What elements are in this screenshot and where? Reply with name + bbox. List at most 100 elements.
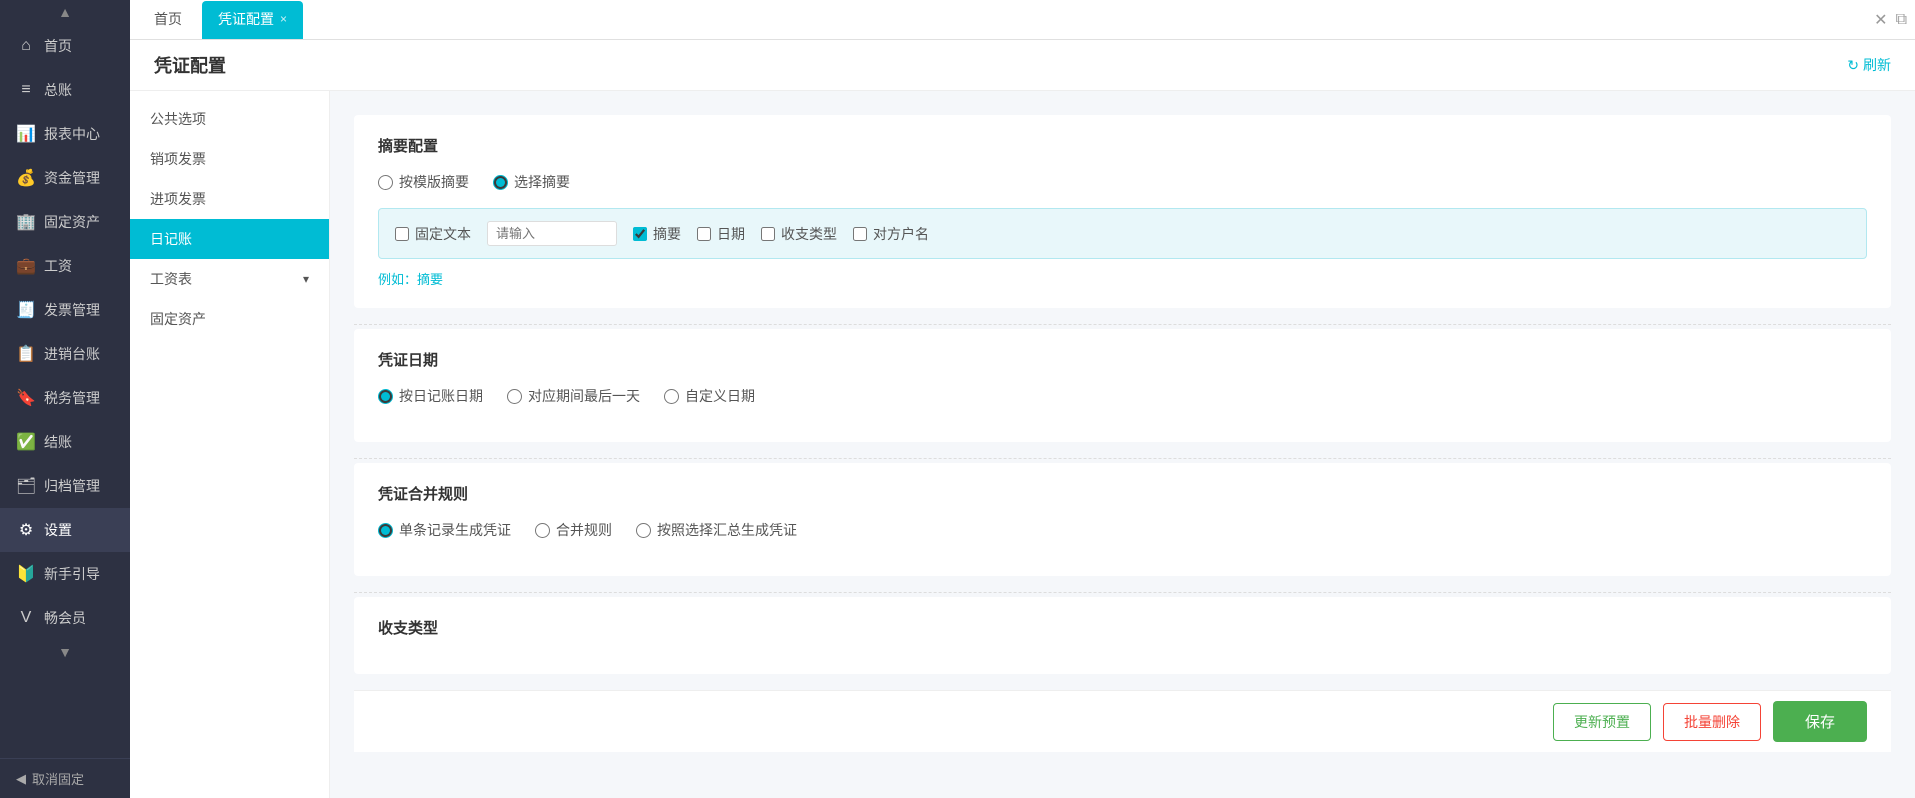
tab-home[interactable]: 首页: [138, 1, 198, 39]
sidebar-item-home[interactable]: ⌂ 首页: [0, 24, 130, 68]
funds-icon: 💰: [16, 168, 36, 188]
divider-2: [354, 458, 1891, 459]
sidebar-scroll-up[interactable]: ▲: [0, 0, 130, 24]
date-section-title: 凭证日期: [378, 349, 1867, 370]
summary-checkbox-row: 固定文本 摘要 日期 收支类型: [378, 208, 1867, 259]
sidebar-item-guide[interactable]: 🔰 新手引导: [0, 552, 130, 596]
radio-custom-date[interactable]: 自定义日期: [664, 386, 755, 406]
vip-icon: V: [16, 609, 36, 627]
sidebar-item-payroll[interactable]: 💼 工资: [0, 244, 130, 288]
checkbox-summary[interactable]: 摘要: [633, 224, 681, 244]
guide-icon: 🔰: [16, 564, 36, 584]
sidebar-item-invoice[interactable]: 🧾 发票管理: [0, 288, 130, 332]
purchase-icon: 📋: [16, 344, 36, 364]
checkbox-fixed-text-input[interactable]: [395, 227, 409, 241]
update-preview-button[interactable]: 更新预置: [1553, 703, 1651, 741]
checkbox-counterparty-input[interactable]: [853, 227, 867, 241]
payroll-icon: 💼: [16, 256, 36, 276]
restore-window-icon[interactable]: ⧉: [1896, 11, 1907, 29]
sidebar-item-settlement[interactable]: ✅ 结账: [0, 420, 130, 464]
summary-example: 例如：摘要: [378, 269, 1867, 288]
left-nav: 公共选项 销项发票 进项发票 日记账 工资表 ▾ 固定资产: [130, 91, 330, 798]
bottom-bar: 更新预置 批量删除 保存: [354, 690, 1891, 752]
settings-icon: ⚙: [16, 520, 36, 540]
nav-item-purchase-invoice[interactable]: 进项发票: [130, 179, 329, 219]
checkbox-income-type[interactable]: 收支类型: [761, 224, 837, 244]
window-controls: ✕ ⧉: [1874, 10, 1907, 30]
page-title: 凭证配置: [154, 52, 226, 78]
nav-item-public[interactable]: 公共选项: [130, 99, 329, 139]
chevron-down-icon: ▾: [303, 272, 309, 286]
checkbox-date-input[interactable]: [697, 227, 711, 241]
merge-radio-group: 单条记录生成凭证 合并规则 按照选择汇总生成凭证: [378, 520, 1867, 540]
date-radio-group: 按日记账日期 对应期间最后一天 自定义日期: [378, 386, 1867, 406]
report-icon: 📊: [16, 124, 36, 144]
radio-select-merge-input[interactable]: [636, 523, 651, 538]
sidebar-item-archive[interactable]: 🗂 归档管理: [0, 464, 130, 508]
sidebar-unpin-button[interactable]: ◀ 取消固定: [0, 758, 130, 798]
radio-merge-rule-input[interactable]: [535, 523, 550, 538]
sidebar-scroll-down[interactable]: ▼: [0, 640, 130, 664]
assets-icon: 🏢: [16, 212, 36, 232]
radio-single-input[interactable]: [378, 523, 393, 538]
radio-template-input[interactable]: [378, 175, 393, 190]
summary-radio-group: 按模版摘要 选择摘要: [378, 172, 1867, 192]
radio-single-record[interactable]: 单条记录生成凭证: [378, 520, 511, 540]
income-type-section-title: 收支类型: [378, 617, 1867, 638]
main-area: 首页 凭证配置 × ✕ ⧉ 凭证配置 ↻ 刷新 公共选项 销项发票 进: [130, 0, 1915, 798]
page-header: 凭证配置 ↻ 刷新: [130, 40, 1915, 91]
tab-close-icon[interactable]: ×: [280, 12, 287, 26]
divider-1: [354, 324, 1891, 325]
unpin-icon: ◀: [16, 771, 26, 787]
home-icon: ⌂: [16, 37, 36, 55]
sidebar: ▲ ⌂ 首页 ≡ 总账 📊 报表中心 💰 资金管理 🏢 固定资产 💼 工资 🧾 …: [0, 0, 130, 798]
checkbox-counterparty[interactable]: 对方户名: [853, 224, 929, 244]
radio-template-summary[interactable]: 按模版摘要: [378, 172, 469, 192]
ledger-icon: ≡: [16, 81, 36, 99]
sidebar-item-vip[interactable]: V 畅会员: [0, 596, 130, 640]
sidebar-item-purchase[interactable]: 📋 进销台账: [0, 332, 130, 376]
fixed-text-input[interactable]: [487, 221, 617, 246]
sidebar-item-assets[interactable]: 🏢 固定资产: [0, 200, 130, 244]
nav-item-sales-invoice[interactable]: 销项发票: [130, 139, 329, 179]
right-content: 摘要配置 按模版摘要 选择摘要 固定文本: [330, 91, 1915, 798]
batch-delete-button[interactable]: 批量删除: [1663, 703, 1761, 741]
nav-item-journal[interactable]: 日记账: [130, 219, 329, 259]
summary-section: 摘要配置 按模版摘要 选择摘要 固定文本: [354, 115, 1891, 308]
nav-item-payroll-table[interactable]: 工资表 ▾: [130, 259, 329, 299]
radio-journal-date[interactable]: 按日记账日期: [378, 386, 483, 406]
checkbox-date[interactable]: 日期: [697, 224, 745, 244]
save-button[interactable]: 保存: [1773, 701, 1867, 742]
merge-section-title: 凭证合并规则: [378, 483, 1867, 504]
checkbox-fixed-text[interactable]: 固定文本: [395, 224, 471, 244]
checkbox-summary-input[interactable]: [633, 227, 647, 241]
radio-period-last-input[interactable]: [507, 389, 522, 404]
tab-voucher-config[interactable]: 凭证配置 ×: [202, 1, 303, 39]
merge-section: 凭证合并规则 单条记录生成凭证 合并规则 按照选择汇总生成凭证: [354, 463, 1891, 576]
summary-section-title: 摘要配置: [378, 135, 1867, 156]
income-type-section: 收支类型: [354, 597, 1891, 674]
sidebar-item-report[interactable]: 📊 报表中心: [0, 112, 130, 156]
radio-period-last[interactable]: 对应期间最后一天: [507, 386, 640, 406]
invoice-icon: 🧾: [16, 300, 36, 320]
close-window-icon[interactable]: ✕: [1874, 10, 1887, 30]
divider-3: [354, 592, 1891, 593]
checkbox-income-type-input[interactable]: [761, 227, 775, 241]
settlement-icon: ✅: [16, 432, 36, 452]
refresh-icon: ↻: [1847, 57, 1859, 74]
radio-journal-date-input[interactable]: [378, 389, 393, 404]
radio-custom-date-input[interactable]: [664, 389, 679, 404]
radio-select-summary[interactable]: 选择摘要: [493, 172, 570, 192]
sidebar-item-tax[interactable]: 🔖 税务管理: [0, 376, 130, 420]
radio-merge-rule[interactable]: 合并规则: [535, 520, 612, 540]
sidebar-item-ledger[interactable]: ≡ 总账: [0, 68, 130, 112]
sidebar-item-funds[interactable]: 💰 资金管理: [0, 156, 130, 200]
radio-select-input[interactable]: [493, 175, 508, 190]
archive-icon: 🗂: [16, 476, 36, 496]
refresh-button[interactable]: ↻ 刷新: [1847, 55, 1891, 75]
radio-select-merge[interactable]: 按照选择汇总生成凭证: [636, 520, 797, 540]
tax-icon: 🔖: [16, 388, 36, 408]
tab-bar: 首页 凭证配置 × ✕ ⧉: [130, 0, 1915, 40]
nav-item-fixed-assets[interactable]: 固定资产: [130, 299, 329, 339]
sidebar-item-settings[interactable]: ⚙ 设置: [0, 508, 130, 552]
